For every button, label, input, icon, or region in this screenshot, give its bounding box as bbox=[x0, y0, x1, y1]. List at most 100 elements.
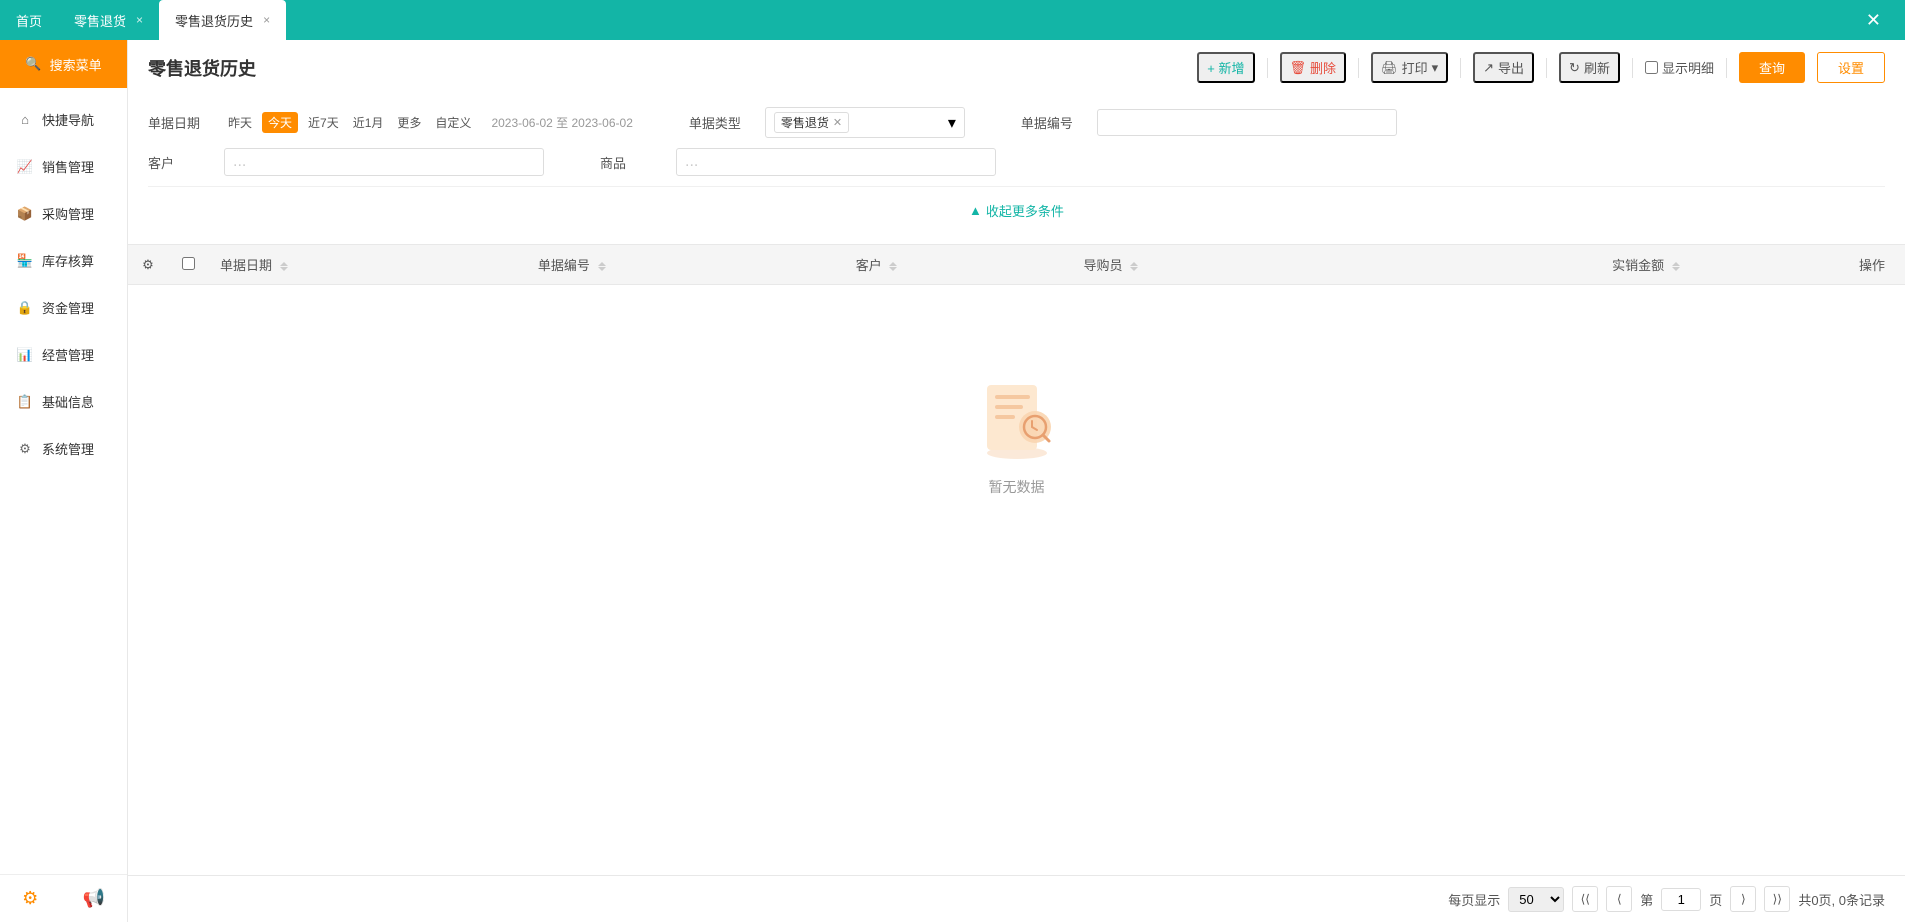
delete-button[interactable]: 🗑 删除 bbox=[1280, 52, 1347, 83]
tab-close-retail-return[interactable]: × bbox=[136, 13, 143, 27]
page-size-select[interactable]: 10 20 50 100 bbox=[1508, 887, 1564, 912]
prev-page-button[interactable]: ⟨ bbox=[1606, 886, 1632, 912]
export-icon: ↗ bbox=[1483, 60, 1494, 76]
speaker-icon[interactable]: 📢 bbox=[82, 888, 104, 909]
settings-button[interactable]: 设置 bbox=[1817, 52, 1885, 83]
last-page-button[interactable]: ⟩⟩ bbox=[1764, 886, 1790, 912]
collapse-filter-button[interactable]: ▲ 收起更多条件 bbox=[953, 197, 1080, 224]
sidebar-item-inventory[interactable]: 🏪库存核算 bbox=[0, 237, 127, 284]
date-last7-btn[interactable]: 近7天 bbox=[304, 112, 343, 133]
table-header-row: ⚙ 单据日期 单据编号 bbox=[128, 245, 1905, 285]
page-header: 零售退货历史 + 新增 🗑 删除 🖨 打印 ▾ bbox=[128, 40, 1905, 245]
table-wrapper: ⚙ 单据日期 单据编号 bbox=[128, 245, 1905, 875]
grid-icon: 📋 bbox=[16, 393, 34, 411]
doc-type-label: 单据类型 bbox=[689, 113, 749, 132]
bar-icon: 📊 bbox=[16, 346, 34, 364]
doc-number-input[interactable] bbox=[1097, 109, 1397, 136]
sidebar-bottom: ⚙ 📢 bbox=[0, 874, 127, 922]
select-all-checkbox[interactable] bbox=[182, 257, 195, 270]
doc-type-select[interactable]: 零售退货 ✕ ▾ bbox=[765, 107, 965, 138]
toolbar-actions: + 新增 🗑 删除 🖨 打印 ▾ ↗ 导出 bbox=[1197, 52, 1885, 83]
divider bbox=[1546, 58, 1547, 78]
col-date[interactable]: 单据日期 bbox=[208, 245, 526, 285]
page-input[interactable] bbox=[1661, 888, 1701, 911]
sidebar-item-label-sales: 销售管理 bbox=[42, 157, 94, 176]
sidebar-item-sales[interactable]: 📈 销售管理 bbox=[0, 143, 127, 190]
query-button[interactable]: 查询 bbox=[1739, 52, 1805, 83]
table-area: ⚙ 单据日期 单据编号 bbox=[128, 245, 1905, 875]
search-icon: 🔍 bbox=[25, 56, 41, 72]
sidebar-item-purchase[interactable]: 📦采购管理 bbox=[0, 190, 127, 237]
col-guide[interactable]: 导购员 bbox=[1071, 245, 1344, 285]
goods-select[interactable]: ... bbox=[676, 148, 996, 176]
refresh-button[interactable]: ↻ 刷新 bbox=[1559, 52, 1620, 83]
sidebar-item-label-basic: 基础信息 bbox=[42, 392, 94, 411]
col-customer[interactable]: 客户 bbox=[844, 245, 1072, 285]
doc-number-label: 单据编号 bbox=[1021, 113, 1081, 132]
tab-retail-return[interactable]: 零售退货× bbox=[58, 0, 159, 40]
customer-placeholder: ... bbox=[233, 153, 246, 171]
date-quick-filter: 昨天 今天 近7天 近1月 更多 自定义 bbox=[224, 112, 475, 133]
divider bbox=[1632, 58, 1633, 78]
tab-home[interactable]: 首页 bbox=[0, 0, 58, 40]
gear-icon: ⚙ bbox=[16, 440, 34, 458]
page-unit: 页 bbox=[1709, 890, 1722, 909]
chart-icon: 📈 bbox=[16, 158, 34, 176]
next-page-button[interactable]: ⟩ bbox=[1730, 886, 1756, 912]
date-custom-btn[interactable]: 自定义 bbox=[431, 112, 475, 133]
col-number[interactable]: 单据编号 bbox=[526, 245, 844, 285]
first-page-button[interactable]: ⟨⟨ bbox=[1572, 886, 1598, 912]
print-icon: 🖨 bbox=[1381, 60, 1398, 76]
tab-close-retail-return-history[interactable]: × bbox=[263, 13, 270, 27]
sidebar-item-system[interactable]: ⚙ 系统管理 bbox=[0, 425, 127, 472]
date-range-text: 2023-06-02 至 2023-06-02 bbox=[491, 114, 632, 131]
export-button[interactable]: ↗ 导出 bbox=[1473, 52, 1534, 83]
sort-guide-icon bbox=[1130, 262, 1138, 271]
goods-label: 商品 bbox=[600, 153, 660, 172]
col-settings[interactable]: ⚙ bbox=[128, 245, 168, 285]
sidebar-item-basic[interactable]: 📋 基础信息 bbox=[0, 378, 127, 425]
content-area: 零售退货历史 + 新增 🗑 删除 🖨 打印 ▾ bbox=[128, 40, 1905, 922]
settings-icon[interactable]: ⚙ bbox=[22, 888, 38, 909]
main-layout: 🔍 搜索菜单 ⌂快捷导航 📈 销售管理 📦采购管理🏪库存核算 🔒 资金管理 📊 经营管理 📋 基础… bbox=[0, 40, 1905, 922]
sidebar-item-label-operation: 经营管理 bbox=[42, 345, 94, 364]
empty-text: 暂无数据 bbox=[989, 477, 1045, 497]
topbar-right: ✕ bbox=[1858, 6, 1905, 35]
customer-label: 客户 bbox=[148, 153, 208, 172]
show-detail-checkbox[interactable] bbox=[1645, 61, 1658, 74]
page-title-row: 零售退货历史 + 新增 🗑 删除 🖨 打印 ▾ bbox=[148, 52, 1885, 83]
new-button[interactable]: + 新增 bbox=[1197, 52, 1254, 83]
filter-row-1: 单据日期 昨天 今天 近7天 近1月 更多 自定义 2023-06-02 至 2… bbox=[148, 107, 1885, 138]
sidebar-item-label-quick-nav: 快捷导航 bbox=[42, 110, 94, 129]
window-close-button[interactable]: ✕ bbox=[1858, 6, 1889, 35]
date-yesterday-btn[interactable]: 昨天 bbox=[224, 112, 256, 133]
sidebar-search-button[interactable]: 🔍 搜索菜单 bbox=[0, 40, 127, 88]
empty-icon bbox=[967, 365, 1067, 465]
tab-retail-return-history[interactable]: 零售退货历史× bbox=[159, 0, 286, 40]
sidebar-nav: ⌂快捷导航 📈 销售管理 📦采购管理🏪库存核算 🔒 资金管理 📊 经营管理 📋 基础信息 ⚙ 系统管理 bbox=[0, 88, 127, 874]
lock-icon: 🔒 bbox=[16, 299, 34, 317]
col-action: 操作 bbox=[1704, 245, 1905, 285]
doc-type-tag-close[interactable]: ✕ bbox=[833, 116, 842, 129]
sort-amount-icon bbox=[1672, 262, 1680, 271]
filter-area: 单据日期 昨天 今天 近7天 近1月 更多 自定义 2023-06-02 至 2… bbox=[148, 95, 1885, 244]
box-icon: 📦 bbox=[16, 205, 34, 223]
date-more-btn[interactable]: 更多 bbox=[393, 112, 425, 133]
top-bar: 首页零售退货×零售退货历史× ✕ bbox=[0, 0, 1905, 40]
divider bbox=[1358, 58, 1359, 78]
print-button[interactable]: 🖨 打印 ▾ bbox=[1371, 52, 1448, 83]
date-last1m-btn[interactable]: 近1月 bbox=[349, 112, 388, 133]
col-amount[interactable]: 实销金额 bbox=[1344, 245, 1704, 285]
sidebar-item-label-finance: 资金管理 bbox=[42, 298, 94, 317]
sidebar-item-finance[interactable]: 🔒 资金管理 bbox=[0, 284, 127, 331]
date-today-btn[interactable]: 今天 bbox=[262, 112, 298, 133]
customer-select[interactable]: ... bbox=[224, 148, 544, 176]
sidebar-item-quick-nav[interactable]: ⌂快捷导航 bbox=[0, 96, 127, 143]
divider bbox=[1267, 58, 1268, 78]
doc-type-dropdown-icon: ▾ bbox=[948, 113, 956, 133]
sidebar-item-operation[interactable]: 📊 经营管理 bbox=[0, 331, 127, 378]
show-detail-checkbox-label[interactable]: 显示明细 bbox=[1645, 58, 1714, 77]
warehouse-icon: 🏪 bbox=[16, 252, 34, 270]
sidebar-search-label: 搜索菜单 bbox=[50, 55, 102, 74]
sidebar-item-label-system: 系统管理 bbox=[42, 439, 94, 458]
